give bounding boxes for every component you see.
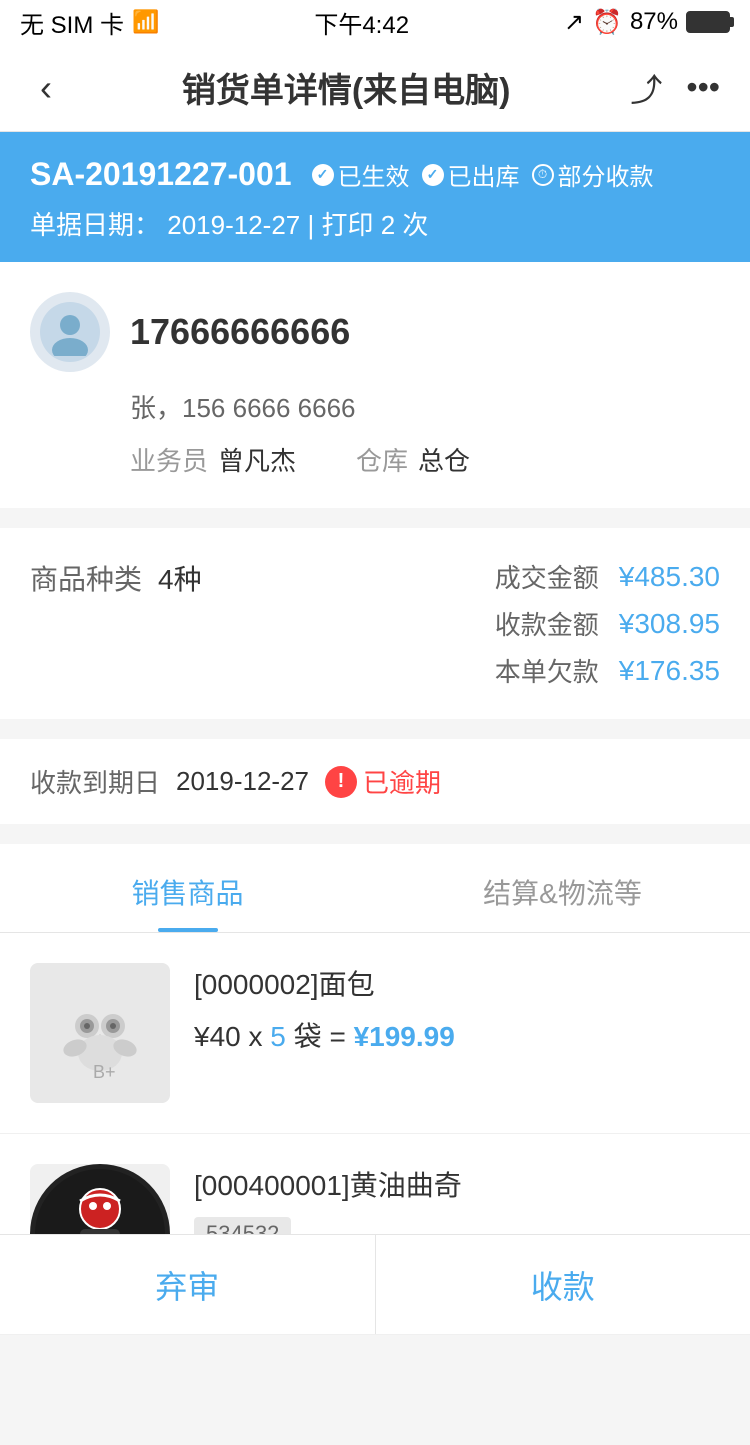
product-price-1: ¥40 x 5 袋 = ¥199.99 <box>194 1015 720 1055</box>
deal-amount-label: 成交金额 <box>495 558 599 595</box>
overdue-badge: ! 已逾期 <box>325 763 441 800</box>
product-total-1: ¥199.99 <box>354 1021 455 1052</box>
warehouse-name: 总仓 <box>418 441 470 478</box>
avatar-person-icon <box>40 302 100 362</box>
svg-text:B+: B+ <box>93 1062 116 1078</box>
sales-meta: 业务员 曾凡杰 <box>130 441 296 478</box>
status-shipped: ✓ 已出库 <box>422 157 520 192</box>
print-count: 2 <box>381 210 395 240</box>
date-label: 单据日期： <box>30 210 160 240</box>
status-badges: ✓ 已生效 ✓ 已出库 ⏱ 部分收款 <box>312 157 654 192</box>
battery-text: 87% <box>630 8 678 36</box>
product-name-1: [0000002]面包 <box>194 963 720 1003</box>
due-date-section: 收款到期日 2019-12-27 ! 已逾期 <box>0 739 750 824</box>
check-icon-1: ✓ <box>312 164 334 186</box>
customer-sub-info: 张，156 6666 6666 <box>130 388 720 425</box>
abandon-label: 弃审 <box>155 1262 219 1308</box>
collect-button[interactable]: 收款 <box>376 1235 750 1334</box>
customer-account-id: 17666666666 <box>130 311 350 353</box>
location-icon: ↗ <box>564 8 584 37</box>
status-effective-text: 已生效 <box>338 157 410 192</box>
due-date-value: 2019-12-27 <box>176 766 309 797</box>
status-time: 下午4:42 <box>314 5 409 40</box>
due-date-label: 收款到期日 <box>30 763 160 800</box>
warehouse-label: 仓库 <box>356 441 408 478</box>
collect-label: 收款 <box>531 1262 595 1308</box>
product-type-stat: 商品种类 4种 <box>30 558 202 598</box>
debt-amount-row: 本单欠款 ¥176.35 <box>495 652 720 689</box>
alarm-icon: ⏰ <box>592 8 622 37</box>
product-type-value: 4种 <box>158 558 202 598</box>
sales-name: 曾凡杰 <box>218 441 296 478</box>
stats-section: 商品种类 4种 成交金额 ¥485.30 收款金额 ¥308.95 本单欠款 ¥… <box>0 528 750 719</box>
divider-3 <box>0 834 750 844</box>
product-thumb-1: B+ <box>30 963 170 1103</box>
tab-products[interactable]: 销售商品 <box>0 844 375 932</box>
more-icon[interactable]: ••• <box>686 69 720 106</box>
wifi-icon: 📶 <box>132 9 159 35</box>
debt-amount-label: 本单欠款 <box>495 652 599 689</box>
status-right: ↗ ⏰ 87% <box>564 8 730 37</box>
tab-settlement[interactable]: 结算&物流等 <box>375 844 750 932</box>
tabs-row: 销售商品 结算&物流等 <box>0 844 750 933</box>
divider-1 <box>0 518 750 528</box>
customer-avatar <box>30 292 110 372</box>
debt-amount-value: ¥176.35 <box>619 655 720 687</box>
product-unit-1: 袋 <box>294 1021 322 1052</box>
product-base-price-1: ¥40 <box>194 1021 241 1052</box>
product-info-1: [0000002]面包 ¥40 x 5 袋 = ¥199.99 <box>194 963 720 1055</box>
clock-icon: ⏱ <box>532 164 554 186</box>
order-id: SA-20191227-001 <box>30 156 292 193</box>
tab-products-label: 销售商品 <box>131 878 243 909</box>
share-icon[interactable]: ⤴ <box>630 65 662 111</box>
receipt-amount-label: 收款金额 <box>495 605 599 642</box>
status-partial-payment: ⏱ 部分收款 <box>532 157 654 192</box>
customer-section: 17666666666 张，156 6666 6666 业务员 曾凡杰 仓库 总… <box>0 262 750 508</box>
deal-amount-row: 成交金额 ¥485.30 <box>495 558 720 595</box>
bottom-bar: 弃审 收款 <box>0 1234 750 1334</box>
abandon-button[interactable]: 弃审 <box>0 1235 376 1334</box>
print-unit: 次 <box>402 210 428 240</box>
order-date: 2019-12-27 <box>167 210 300 240</box>
product-type-label: 商品种类 <box>30 558 142 598</box>
status-left: 无 SIM 卡 📶 <box>20 5 159 40</box>
divider-2 <box>0 729 750 739</box>
tab-settlement-label: 结算&物流等 <box>483 878 642 909</box>
status-shipped-text: 已出库 <box>448 157 520 192</box>
product-placeholder-1: B+ <box>30 963 170 1103</box>
status-partial-text: 部分收款 <box>558 157 654 192</box>
amount-stats: 成交金额 ¥485.30 收款金额 ¥308.95 本单欠款 ¥176.35 <box>495 558 720 689</box>
warehouse-meta: 仓库 总仓 <box>356 441 470 478</box>
nav-right-actions: ⤴ ••• <box>630 65 720 111</box>
overdue-alert-icon: ! <box>325 766 357 798</box>
status-bar: 无 SIM 卡 📶 下午4:42 ↗ ⏰ 87% <box>0 0 750 44</box>
status-effective: ✓ 已生效 <box>312 157 410 192</box>
page-title: 销货单详情(来自电脑) <box>182 63 511 112</box>
back-button[interactable]: ‹ <box>30 57 62 119</box>
sales-label: 业务员 <box>130 441 208 478</box>
receipt-amount-row: 收款金额 ¥308.95 <box>495 605 720 642</box>
deal-amount-value: ¥485.30 <box>619 561 720 593</box>
nav-bar: ‹ 销货单详情(来自电脑) ⤴ ••• <box>0 44 750 132</box>
receipt-amount-value: ¥308.95 <box>619 608 720 640</box>
check-icon-2: ✓ <box>422 164 444 186</box>
customer-meta: 业务员 曾凡杰 仓库 总仓 <box>130 441 720 478</box>
overdue-text: 已逾期 <box>363 763 441 800</box>
product-multiply-1: x <box>249 1021 271 1052</box>
carrier-text: 无 SIM 卡 <box>20 5 124 40</box>
product-name-2: [000400001]黄油曲奇 <box>194 1164 720 1204</box>
order-header-banner: SA-20191227-001 ✓ 已生效 ✓ 已出库 ⏱ 部分收款 单据日期：… <box>0 132 750 262</box>
print-label: | 打印 <box>307 210 373 240</box>
product-equals-1: = <box>329 1021 353 1052</box>
bottom-spacer <box>0 1335 750 1445</box>
product-qty-1: 5 <box>270 1021 286 1052</box>
tabs-section: 销售商品 结算&物流等 <box>0 844 750 933</box>
order-date-row: 单据日期： 2019-12-27 | 打印 2 次 <box>30 205 720 242</box>
product-item-1: B+ [0000002]面包 ¥40 x 5 袋 = ¥199.99 <box>0 933 750 1134</box>
battery-icon <box>686 11 730 33</box>
